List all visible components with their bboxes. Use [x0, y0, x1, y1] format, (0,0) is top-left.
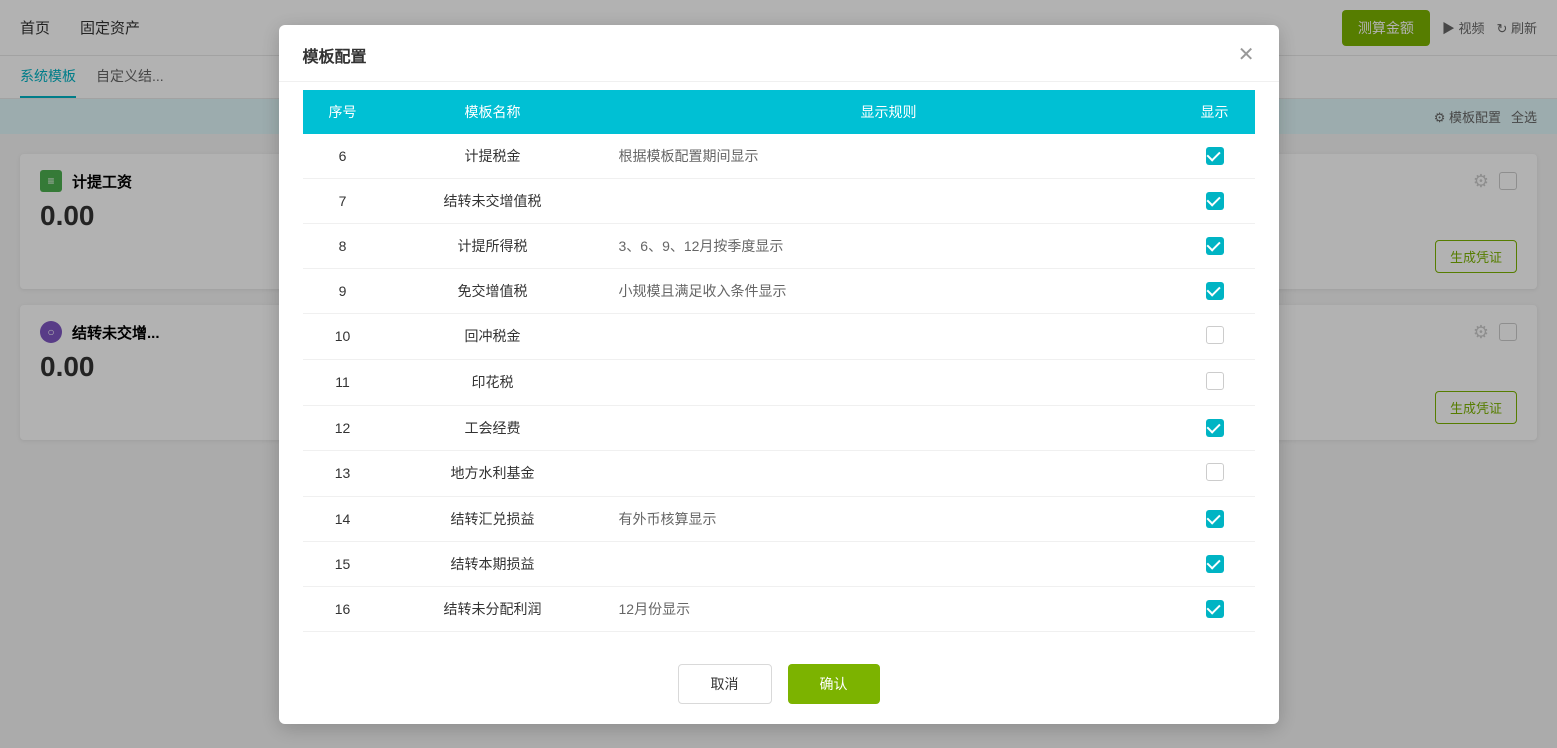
row-rule-7 — [603, 178, 1175, 223]
row-checkbox-cell-6 — [1175, 134, 1255, 179]
modal-overlay: 模板配置 ✕ 序号 模板名称 显示规则 显示 6计提税金根据模板配置期间显示7结… — [0, 0, 1557, 748]
checkbox-unchecked-11[interactable] — [1206, 372, 1224, 390]
row-index-13: 13 — [303, 450, 383, 496]
row-index-6: 6 — [303, 134, 383, 179]
row-index-11: 11 — [303, 359, 383, 405]
col-header-rule: 显示规则 — [603, 90, 1175, 134]
config-table: 序号 模板名称 显示规则 显示 6计提税金根据模板配置期间显示7结转未交增值税8… — [303, 90, 1255, 632]
row-checkbox-cell-16 — [1175, 586, 1255, 631]
row-rule-16: 12月份显示 — [603, 586, 1175, 631]
row-name-7: 结转未交增值税 — [383, 178, 603, 223]
checkbox-checked-12[interactable] — [1206, 419, 1224, 437]
table-row: 10回冲税金 — [303, 313, 1255, 359]
row-rule-11 — [603, 359, 1175, 405]
checkbox-checked-6[interactable] — [1206, 147, 1224, 165]
table-row: 12工会经费 — [303, 405, 1255, 450]
row-index-7: 7 — [303, 178, 383, 223]
row-checkbox-cell-10 — [1175, 313, 1255, 359]
row-rule-13 — [603, 450, 1175, 496]
col-header-index: 序号 — [303, 90, 383, 134]
row-checkbox-cell-12 — [1175, 405, 1255, 450]
row-rule-6: 根据模板配置期间显示 — [603, 134, 1175, 179]
row-rule-12 — [603, 405, 1175, 450]
table-row: 15结转本期损益 — [303, 541, 1255, 586]
row-index-9: 9 — [303, 268, 383, 313]
row-rule-8: 3、6、9、12月按季度显示 — [603, 223, 1175, 268]
row-name-13: 地方水利基金 — [383, 450, 603, 496]
checkbox-checked-9[interactable] — [1206, 282, 1224, 300]
row-checkbox-cell-14 — [1175, 496, 1255, 541]
row-index-16: 16 — [303, 586, 383, 631]
row-name-6: 计提税金 — [383, 134, 603, 179]
row-index-14: 14 — [303, 496, 383, 541]
table-row: 14结转汇兑损益有外币核算显示 — [303, 496, 1255, 541]
row-name-10: 回冲税金 — [383, 313, 603, 359]
checkbox-checked-15[interactable] — [1206, 555, 1224, 573]
row-name-8: 计提所得税 — [383, 223, 603, 268]
modal-body: 序号 模板名称 显示规则 显示 6计提税金根据模板配置期间显示7结转未交增值税8… — [279, 82, 1279, 648]
table-row: 8计提所得税3、6、9、12月按季度显示 — [303, 223, 1255, 268]
row-name-12: 工会经费 — [383, 405, 603, 450]
table-row: 7结转未交增值税 — [303, 178, 1255, 223]
row-index-15: 15 — [303, 541, 383, 586]
checkbox-checked-7[interactable] — [1206, 192, 1224, 210]
row-checkbox-cell-13 — [1175, 450, 1255, 496]
row-rule-9: 小规模且满足收入条件显示 — [603, 268, 1175, 313]
row-rule-14: 有外币核算显示 — [603, 496, 1175, 541]
row-name-15: 结转本期损益 — [383, 541, 603, 586]
row-name-14: 结转汇兑损益 — [383, 496, 603, 541]
row-name-11: 印花税 — [383, 359, 603, 405]
row-name-16: 结转未分配利润 — [383, 586, 603, 631]
modal-header: 模板配置 ✕ — [279, 25, 1279, 82]
row-index-8: 8 — [303, 223, 383, 268]
confirm-button[interactable]: 确认 — [788, 664, 880, 704]
table-row: 16结转未分配利润12月份显示 — [303, 586, 1255, 631]
modal-close-button[interactable]: ✕ — [1238, 45, 1255, 65]
table-row: 9免交增值税小规模且满足收入条件显示 — [303, 268, 1255, 313]
modal-title: 模板配置 — [303, 43, 367, 67]
modal-footer: 取消 确认 — [279, 648, 1279, 724]
table-row: 13地方水利基金 — [303, 450, 1255, 496]
checkbox-checked-16[interactable] — [1206, 600, 1224, 618]
table-row: 6计提税金根据模板配置期间显示 — [303, 134, 1255, 179]
checkbox-unchecked-10[interactable] — [1206, 326, 1224, 344]
checkbox-checked-8[interactable] — [1206, 237, 1224, 255]
row-checkbox-cell-7 — [1175, 178, 1255, 223]
row-rule-15 — [603, 541, 1175, 586]
col-header-name: 模板名称 — [383, 90, 603, 134]
row-checkbox-cell-9 — [1175, 268, 1255, 313]
row-index-10: 10 — [303, 313, 383, 359]
row-checkbox-cell-11 — [1175, 359, 1255, 405]
row-index-12: 12 — [303, 405, 383, 450]
row-checkbox-cell-8 — [1175, 223, 1255, 268]
row-rule-10 — [603, 313, 1175, 359]
checkbox-unchecked-13[interactable] — [1206, 463, 1224, 481]
row-checkbox-cell-15 — [1175, 541, 1255, 586]
table-row: 11印花税 — [303, 359, 1255, 405]
col-header-show: 显示 — [1175, 90, 1255, 134]
cancel-button[interactable]: 取消 — [678, 664, 772, 704]
checkbox-checked-14[interactable] — [1206, 510, 1224, 528]
modal-template-config: 模板配置 ✕ 序号 模板名称 显示规则 显示 6计提税金根据模板配置期间显示7结… — [279, 25, 1279, 724]
row-name-9: 免交增值税 — [383, 268, 603, 313]
